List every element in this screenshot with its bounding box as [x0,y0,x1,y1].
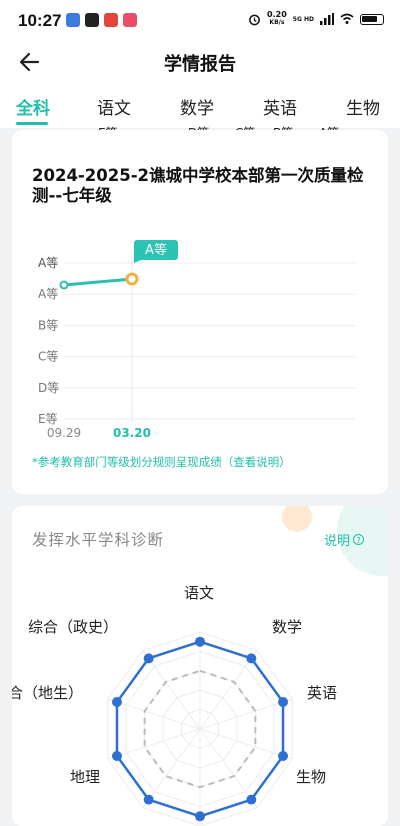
y-tick-label: B等 [38,318,58,332]
tab-all[interactable]: 全科 [16,94,50,119]
alarm-icon [249,14,260,25]
x-tick-label: 09.29 [47,426,81,440]
app-notification-icon [66,13,80,27]
battery-icon [360,13,384,25]
tab-biology[interactable]: 生物 [346,94,380,119]
radar-point [246,653,257,664]
status-right: 0.20 KB/s 5G HD [248,11,384,27]
radar-label-geo-bio: 合（地生） [12,684,84,702]
y-tick-label: A等 [38,256,58,270]
x-tick-label: 03.20 [113,426,151,440]
radar-point [111,750,122,761]
radar-point [278,697,289,708]
y-tick-label: C等 [38,350,58,364]
net-type: 5G HD [292,15,314,23]
page-title: 学情报告 [164,54,236,75]
radar-label-english: 英语 [307,684,338,702]
status-bar: 10:27 0.20 KB/s 5G HD [0,0,400,40]
radar-point [195,811,205,822]
mail-notification-icon [85,13,99,27]
radar-point [143,794,154,805]
diagnosis-card: 发挥水平学科诊断 说明 ? 语文 数学 英语 生物 地理 合（地生） 综合（政史… [12,506,388,826]
radar-chart [107,631,293,826]
tab-chinese[interactable]: 语文 [97,94,131,119]
radar-label-geography: 地理 [70,768,101,786]
y-tick-label: E等 [38,412,58,426]
y-tick-label: A等 [38,287,58,301]
signal-icon [320,13,334,25]
radar-point [246,794,257,805]
app-header: 学情报告 [0,40,400,84]
net-speed: 0.20 KB/s [267,10,287,27]
tab-math[interactable]: 数学 [180,94,214,119]
y-tick-label: D等 [38,381,59,395]
data-point [59,280,69,290]
subject-tabs: 全科 语文 数学 英语 生物 [0,84,400,128]
radar-point [143,653,154,664]
tooltip-label: A等 [145,242,167,258]
store-notification-icon [104,13,118,27]
series-line [63,277,133,287]
grade-note: *参考教育部门等级划分规则呈现成绩（查看说明） [32,455,291,469]
wifi-icon [340,13,354,24]
active-tab-indicator [16,122,48,125]
view-explanation-link[interactable]: （查看说明） [222,455,291,469]
radar-label-chinese: 语文 [184,584,215,602]
radar-point [278,750,289,761]
report-card: 2024-2025-2谯城中学校本部第一次质量检测--七年级 A等 A等 B等 C等 D… [12,130,388,494]
radar-label-math: 数学 [272,618,303,636]
radar-point [111,697,122,708]
radar-label-biology: 生物 [296,768,327,786]
notification-icons [66,13,137,27]
radar-point [195,636,205,647]
radar-label-politics-history: 综合（政史） [28,618,119,636]
status-time: 10:27 [18,11,62,30]
data-point-highlight [125,272,139,286]
tab-english[interactable]: 英语 [263,94,297,119]
badge-notification-icon [123,13,137,27]
grade-trend-chart: A等 A等 B等 C等 D等 E等09.29 03.20 A等 [38,240,356,440]
